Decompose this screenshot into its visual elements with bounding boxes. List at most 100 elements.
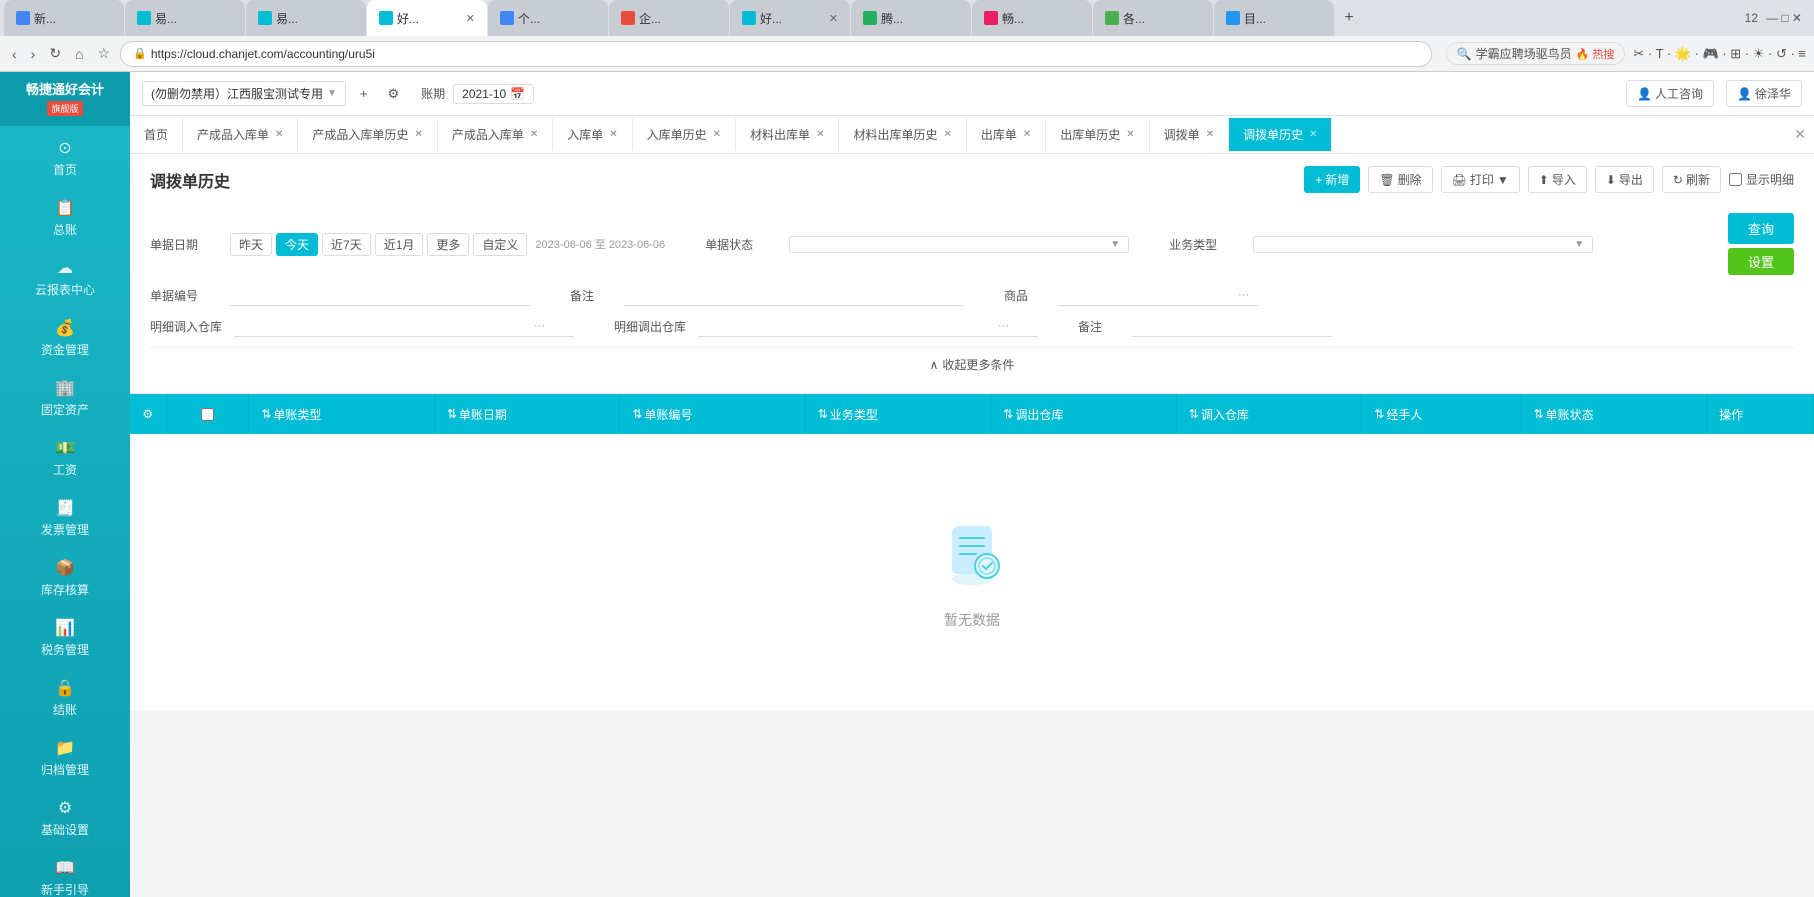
- delete-button[interactable]: 🗑 删除: [1368, 166, 1432, 193]
- th-checkbox[interactable]: [166, 394, 249, 434]
- date-btn-7days[interactable]: 近7天: [322, 233, 371, 256]
- th-biz-type[interactable]: ⇅ 业务类型: [805, 394, 990, 434]
- tab-close-pg6[interactable]: ✕: [816, 129, 824, 140]
- tab-home[interactable]: 首页: [130, 118, 183, 151]
- th-doc-status[interactable]: ⇅ 单账状态: [1521, 394, 1706, 434]
- th-out-warehouse[interactable]: ⇅ 调出仓库: [991, 394, 1176, 434]
- collapse-button[interactable]: ∧ 收起更多条件: [922, 352, 1023, 377]
- refresh-button[interactable]: ↻ 刷新: [1662, 166, 1721, 193]
- filter-status-select[interactable]: ▼: [789, 236, 1129, 253]
- tab-finished-goods-in-hist[interactable]: 产成品入库单历史 ✕: [298, 118, 437, 151]
- browser-tab-10[interactable]: 各...: [1093, 0, 1213, 36]
- th-in-warehouse[interactable]: ⇅ 调入仓库: [1176, 394, 1361, 434]
- company-select[interactable]: (勿删勿禁用）江西服宝测试专用 ▼: [142, 81, 346, 106]
- tab-close-pg11[interactable]: ✕: [1309, 129, 1317, 140]
- bookmark-button[interactable]: ☆: [94, 41, 115, 66]
- tab-material-out-hist[interactable]: 材料出库单历史 ✕: [839, 118, 966, 151]
- display-detail-checkbox[interactable]: 显示明细: [1729, 171, 1794, 188]
- import-button[interactable]: ⬆ 导入: [1528, 166, 1587, 193]
- th-doc-date[interactable]: ⇅ 单账日期: [434, 394, 619, 434]
- filter-remark-input[interactable]: [624, 285, 964, 306]
- goods-more-icon[interactable]: ···: [1238, 289, 1249, 301]
- sidebar-logo[interactable]: 畅捷通好会计 旗舰版: [0, 72, 130, 126]
- tab-close-4[interactable]: ✕: [466, 12, 475, 25]
- tab-close-7[interactable]: ✕: [829, 12, 838, 25]
- browser-tab-9[interactable]: 畅...: [972, 0, 1092, 36]
- sidebar-item-reports[interactable]: ☁ 云报表中心: [0, 246, 130, 306]
- browser-tab-7[interactable]: 好... ✕: [730, 0, 850, 36]
- browser-tab-11[interactable]: 目...: [1214, 0, 1334, 36]
- tab-close-pg8[interactable]: ✕: [1023, 129, 1031, 140]
- back-button[interactable]: ‹: [8, 42, 21, 66]
- search-box[interactable]: 🔍 学霸应聘场驱鸟员 🔥 热搜: [1446, 42, 1626, 65]
- table-gear-icon[interactable]: ⚙: [142, 407, 153, 421]
- filter-biztype-select[interactable]: ▼: [1253, 236, 1593, 253]
- tab-out-order-hist[interactable]: 出库单历史 ✕: [1046, 118, 1149, 151]
- filter-detail-out-input[interactable]: [698, 316, 998, 336]
- user-button[interactable]: 👤 徐泽华: [1726, 80, 1802, 107]
- tab-transfer-hist[interactable]: 调拨单历史 ✕: [1229, 118, 1332, 151]
- sidebar-item-inventory[interactable]: 📦 库存核算: [0, 546, 130, 606]
- print-button[interactable]: 🖨 打印 ▼: [1441, 166, 1520, 193]
- home-button[interactable]: ⌂: [71, 42, 87, 66]
- browser-tab-4[interactable]: 好... ✕: [367, 0, 487, 36]
- service-button[interactable]: 👤 人工咨询: [1626, 80, 1714, 107]
- detail-in-more-icon[interactable]: ···: [534, 320, 545, 332]
- address-input-wrap[interactable]: 🔒 https://cloud.chanjet.com/accounting/u…: [120, 41, 1432, 67]
- query-button[interactable]: 查询: [1728, 213, 1794, 244]
- th-doc-type[interactable]: ⇅ 单账类型: [249, 394, 434, 434]
- sidebar-item-guide[interactable]: 📖 新手引导: [0, 846, 130, 897]
- tab-close-pg7[interactable]: ✕: [943, 129, 951, 140]
- window-controls[interactable]: — □ ✕: [1766, 11, 1802, 25]
- filter-goods-input[interactable]: [1058, 285, 1238, 305]
- sidebar-item-home[interactable]: ⊙ 首页: [0, 126, 130, 186]
- select-all-checkbox[interactable]: [201, 408, 214, 421]
- tab-close-all[interactable]: ✕: [1794, 126, 1814, 143]
- date-btn-more[interactable]: 更多: [427, 233, 469, 256]
- add-company-button[interactable]: +: [354, 83, 374, 104]
- period-value[interactable]: 2021-10 📅: [453, 84, 534, 104]
- tab-close-pg4[interactable]: ✕: [609, 129, 617, 140]
- tab-close-pg2[interactable]: ✕: [414, 129, 422, 140]
- tab-close-pg3[interactable]: ✕: [530, 129, 538, 140]
- tab-close-pg5[interactable]: ✕: [713, 129, 721, 140]
- filter-goods-wrap[interactable]: ···: [1058, 285, 1258, 306]
- tab-close-pg9[interactable]: ✕: [1126, 129, 1134, 140]
- settings-gear-button[interactable]: ⚙: [382, 83, 406, 105]
- tab-out-order[interactable]: 出库单 ✕: [967, 118, 1046, 151]
- forward-button[interactable]: ›: [27, 42, 40, 66]
- browser-tab-5[interactable]: 个...: [488, 0, 608, 36]
- tab-close-pg10[interactable]: ✕: [1206, 129, 1214, 140]
- sidebar-item-payroll[interactable]: 💵 工资: [0, 426, 130, 486]
- export-button[interactable]: ⬇ 导出: [1595, 166, 1654, 193]
- th-doc-no[interactable]: ⇅ 单账编号: [620, 394, 805, 434]
- filter-note-input[interactable]: [1132, 316, 1332, 337]
- detail-out-more-icon[interactable]: ···: [998, 320, 1009, 332]
- tab-material-out[interactable]: 材料出库单 ✕: [736, 118, 839, 151]
- setting-button[interactable]: 设置: [1728, 248, 1794, 275]
- tab-finished-goods-in-2[interactable]: 产成品入库单 ✕: [438, 118, 553, 151]
- sidebar-item-invoice[interactable]: 🧾 发票管理: [0, 486, 130, 546]
- browser-tab-8[interactable]: 腾...: [851, 0, 971, 36]
- browser-tab-1[interactable]: 新...: [4, 0, 124, 36]
- sidebar-item-assets[interactable]: 🏢 固定资产: [0, 366, 130, 426]
- display-detail-input[interactable]: [1729, 173, 1742, 186]
- filter-docno-input[interactable]: [230, 285, 530, 306]
- sidebar-item-settings[interactable]: ⚙ 基础设置: [0, 786, 130, 846]
- sidebar-item-archive[interactable]: 📁 归档管理: [0, 726, 130, 786]
- sidebar-item-ledger[interactable]: 📋 总账: [0, 186, 130, 246]
- sidebar-item-capital[interactable]: 💰 资金管理: [0, 306, 130, 366]
- sidebar-item-tax[interactable]: 📊 税务管理: [0, 606, 130, 666]
- browser-tab-6[interactable]: 企...: [609, 0, 729, 36]
- filter-detail-out-wrap[interactable]: ···: [698, 316, 1038, 337]
- date-btn-custom[interactable]: 自定义: [473, 233, 527, 256]
- sidebar-item-close[interactable]: 🔒 结账: [0, 666, 130, 726]
- new-button[interactable]: + 新增: [1304, 166, 1360, 193]
- tab-finished-goods-in[interactable]: 产成品入库单 ✕: [183, 118, 298, 151]
- browser-tab-2[interactable]: 易...: [125, 0, 245, 36]
- filter-detail-in-input[interactable]: [234, 316, 534, 336]
- tab-close-pg1[interactable]: ✕: [275, 129, 283, 140]
- date-btn-today[interactable]: 今天: [276, 233, 318, 256]
- tab-in-order-hist[interactable]: 入库单历史 ✕: [633, 118, 736, 151]
- tab-transfer[interactable]: 调拨单 ✕: [1150, 118, 1229, 151]
